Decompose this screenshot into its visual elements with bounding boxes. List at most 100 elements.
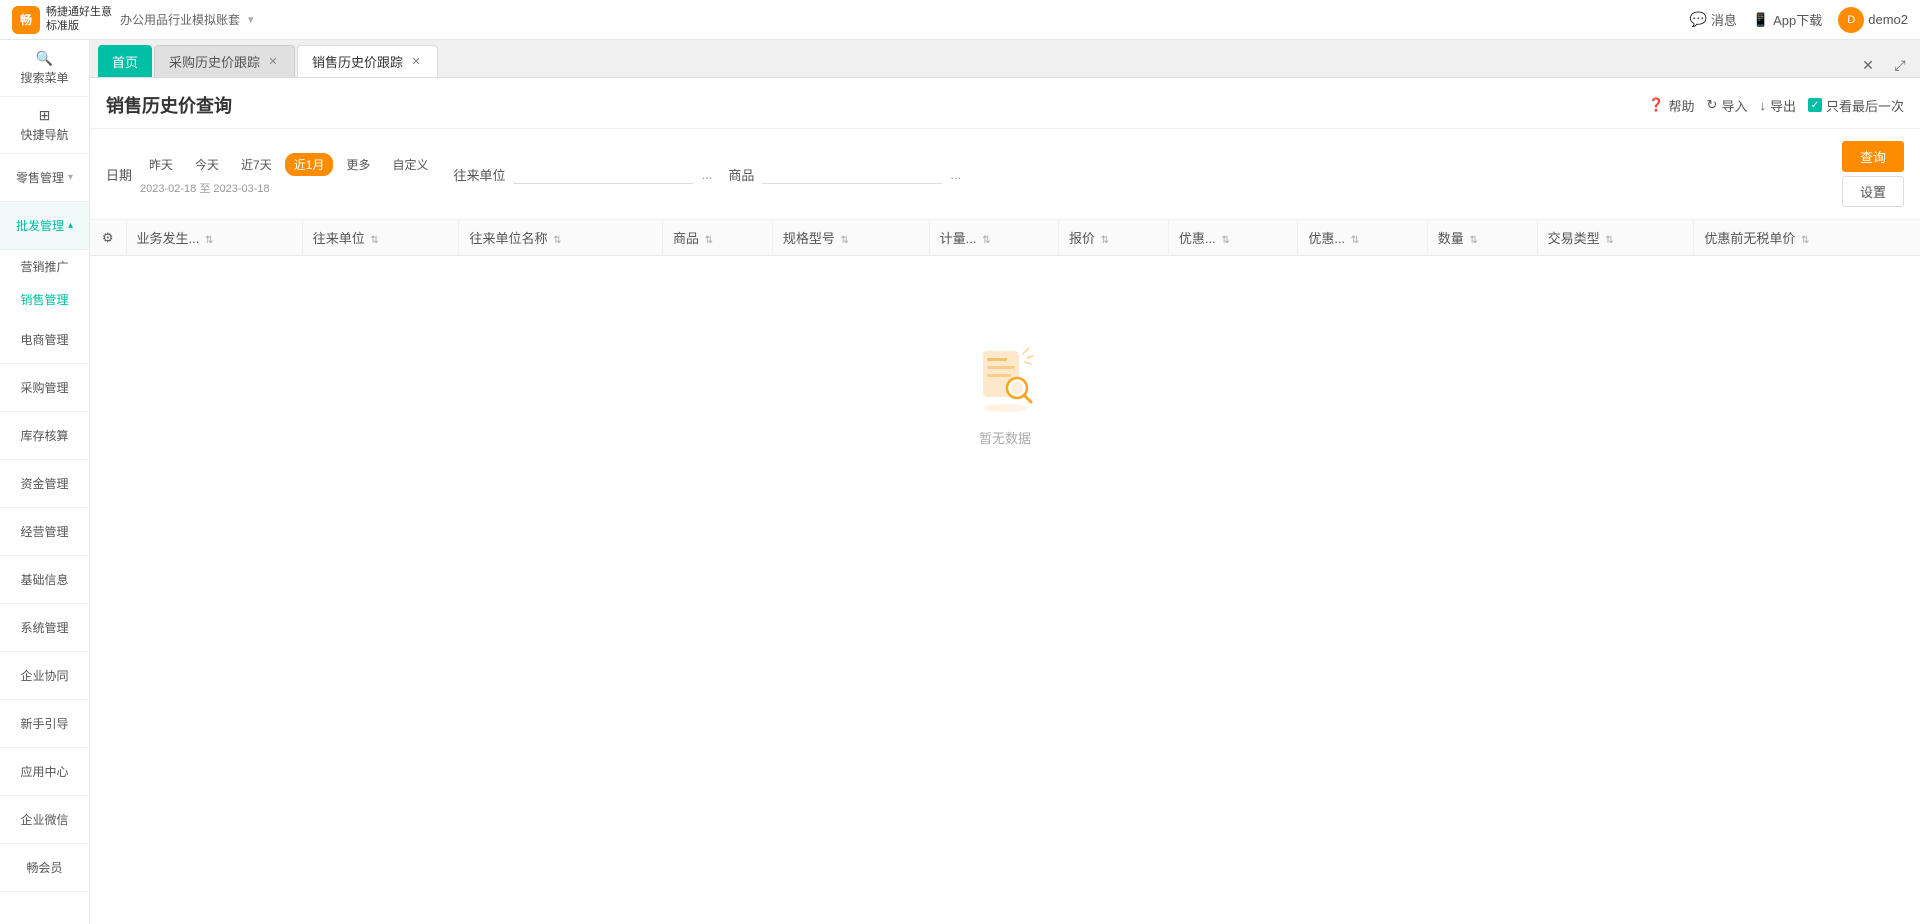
th-partner-name[interactable]: 往来单位名称 ⇅ [459,220,663,256]
sidebar-item-operations[interactable]: 经营管理 [0,508,89,556]
sidebar-item-system[interactable]: 系统管理 [0,604,89,652]
date-btn-yesterday[interactable]: 昨天 [140,153,182,176]
message-icon: 💬 [1689,11,1706,28]
sidebar-item-ecommerce[interactable]: 电商管理 [0,316,89,364]
data-table: ⚙ 业务发生... ⇅ 往来单位 ⇅ 往来单位名称 [90,220,1920,256]
date-btn-7days[interactable]: 近7天 [232,153,281,176]
th-quantity[interactable]: 数量 ⇅ [1427,220,1537,256]
help-button[interactable]: ❓ 帮助 [1648,96,1694,115]
sort-icon-spec: ⇅ [841,235,849,246]
settings-button[interactable]: 设置 [1842,176,1904,207]
user-nav[interactable]: D demo2 [1838,7,1908,33]
sidebar-item-wholesale-mgmt[interactable]: 批发管理 ▴ [0,202,89,250]
sidebar-item-finance[interactable]: 资金管理 [0,460,89,508]
sidebar: 🔍 搜索菜单 ⊞ 快捷导航 零售管理 ▾ 批发管理 ▴ 营销推广 销售管理 电商… [0,40,90,924]
tab-close-purchase[interactable]: ✕ [266,55,280,69]
th-biz-date[interactable]: 业务发生... ⇅ [126,220,302,256]
date-filter-label: 日期 [106,165,132,184]
breadcrumb: 办公用品行业模拟账套 [120,11,240,28]
sort-icon-unit: ⇅ [982,235,990,246]
chevron-up-icon: ▴ [68,220,73,231]
tab-close-sales[interactable]: ✕ [409,55,423,69]
date-options: 昨天 今天 近7天 近1月 更多 自定义 [140,153,437,176]
sort-icon-trade-type: ⇅ [1605,235,1613,246]
goods-filter-dots[interactable]: ... [950,167,961,182]
th-partner-code[interactable]: 往来单位 ⇅ [302,220,459,256]
tab-home[interactable]: 首页 [98,45,152,77]
goods-filter-input[interactable] [762,164,942,184]
sort-icon-discount1: ⇅ [1221,235,1229,246]
empty-icon [965,336,1045,416]
date-btn-more[interactable]: 更多 [337,153,379,176]
filter-area: 日期 昨天 今天 近7天 近1月 更多 自定义 2023-02-18 至 202… [90,129,1920,220]
search-icon: 🔍 [36,50,53,67]
sidebar-item-member[interactable]: 畅会员 [0,844,89,892]
sidebar-item-enterprise[interactable]: 企业协同 [0,652,89,700]
sort-icon-partner-name: ⇅ [553,235,561,246]
goods-filter-label: 商品 [728,165,754,184]
checkbox-icon: ✓ [1808,98,1822,112]
tab-sales-history[interactable]: 销售历史价跟踪 ✕ [297,45,438,77]
th-quote[interactable]: 报价 ⇅ [1059,220,1169,256]
grid-icon: ⊞ [39,107,51,124]
avatar: D [1838,7,1864,33]
sidebar-item-new-guide[interactable]: 新手引导 [0,700,89,748]
export-button[interactable]: ↓ 导出 [1759,96,1796,115]
sidebar-item-wechat[interactable]: 企业微信 [0,796,89,844]
table-header-row: ⚙ 业务发生... ⇅ 往来单位 ⇅ 往来单位名称 [90,220,1920,256]
sidebar-item-sales-mgmt[interactable]: 销售管理 [0,283,89,316]
th-unit[interactable]: 计量... ⇅ [929,220,1058,256]
sort-icon-quantity: ⇅ [1469,235,1477,246]
logo-icon: 畅 [12,6,40,34]
sidebar-item-inventory[interactable]: 库存核算 [0,412,89,460]
tab-maximize-button[interactable]: ⤢ [1888,53,1912,77]
tab-purchase-history[interactable]: 采购历史价跟踪 ✕ [154,45,295,77]
sort-icon-pretax-price: ⇅ [1801,235,1809,246]
only-last-checkbox[interactable]: ✓ 只看最后一次 [1808,96,1904,115]
message-nav[interactable]: 💬 消息 [1689,10,1736,29]
gear-icon: ⚙ [102,230,114,245]
sidebar-item-marketing[interactable]: 营销推广 [0,250,89,283]
date-btn-custom[interactable]: 自定义 [383,153,437,176]
date-range-display: 2023-02-18 至 2023-03-18 [140,180,437,196]
page-header: 销售历史价查询 ❓ 帮助 ↻ 导入 ↓ 导出 ✓ [90,78,1920,129]
sidebar-item-purchase[interactable]: 采购管理 [0,364,89,412]
chevron-down-icon: ▾ [68,172,73,183]
date-btn-today[interactable]: 今天 [186,153,228,176]
app-download-nav[interactable]: 📱 App下载 [1753,10,1822,29]
th-discount1[interactable]: 优惠... ⇅ [1168,220,1297,256]
th-pretax-price[interactable]: 优惠前无税单价 ⇅ [1694,220,1920,256]
export-icon: ↓ [1759,98,1766,113]
sidebar-item-retail-mgmt[interactable]: 零售管理 ▾ [0,154,89,202]
sort-icon-discount2: ⇅ [1351,235,1359,246]
source-filter-input[interactable] [513,164,693,184]
th-spec[interactable]: 规格型号 ⇅ [772,220,929,256]
logo-text: 畅捷通好生意 标准版 [46,6,112,32]
source-filter-dots[interactable]: ... [701,167,712,182]
import-icon: ↻ [1707,97,1718,113]
empty-text: 暂无数据 [979,428,1031,447]
th-gear[interactable]: ⚙ [90,220,126,256]
breadcrumb-dropdown-icon[interactable]: ▾ [248,13,254,26]
page-content: 销售历史价查询 ❓ 帮助 ↻ 导入 ↓ 导出 ✓ [90,78,1920,924]
goods-filter-group: 商品 ... [728,164,961,184]
logo: 畅 畅捷通好生意 标准版 [12,6,112,34]
sidebar-item-basic-info[interactable]: 基础信息 [0,556,89,604]
empty-state: 暂无数据 [90,256,1920,527]
th-trade-type[interactable]: 交易类型 ⇅ [1537,220,1694,256]
source-filter-group: 往来单位 ... [453,164,712,184]
th-discount2[interactable]: 优惠... ⇅ [1298,220,1427,256]
th-goods[interactable]: 商品 ⇅ [662,220,772,256]
sidebar-item-search-menu[interactable]: 🔍 搜索菜单 [0,40,89,97]
sort-icon-biz-date: ⇅ [205,235,213,246]
sidebar-item-quick-nav[interactable]: ⊞ 快捷导航 [0,97,89,154]
sort-icon-partner-code: ⇅ [370,235,378,246]
import-button[interactable]: ↻ 导入 [1707,96,1748,115]
table-wrapper: ⚙ 业务发生... ⇅ 往来单位 ⇅ 往来单位名称 [90,220,1920,527]
date-btn-1month[interactable]: 近1月 [285,153,334,176]
sidebar-item-app-center[interactable]: 应用中心 [0,748,89,796]
tab-close-all-button[interactable]: ✕ [1856,53,1880,77]
mobile-icon: 📱 [1753,12,1769,28]
sort-icon-quote: ⇅ [1101,235,1109,246]
query-button[interactable]: 查询 [1842,141,1904,172]
